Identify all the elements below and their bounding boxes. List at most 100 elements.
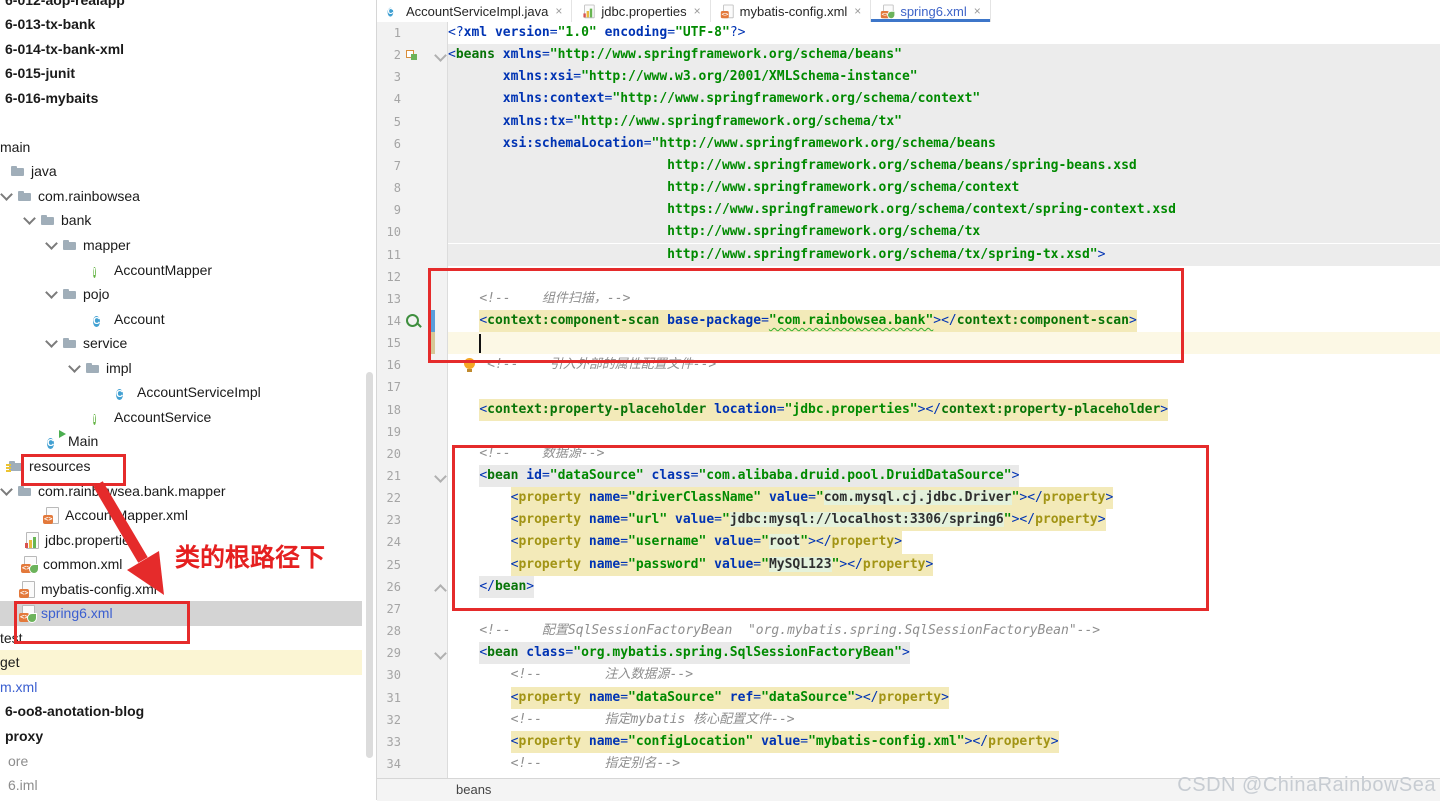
code-line-6[interactable]: 6 xsi:schemaLocation="http://www.springf… <box>377 133 1440 155</box>
chevron-down-icon[interactable] <box>45 286 58 299</box>
spring-context-gutter-icon2[interactable] <box>411 54 417 60</box>
code-line-32[interactable]: 32 <!-- 指定mybatis 核心配置文件--> <box>377 709 1440 731</box>
tree-item-spring6-xml[interactable]: <>spring6.xml <box>0 601 362 626</box>
code-line-3[interactable]: 3 xmlns:xsi="http://www.w3.org/2001/XMLS… <box>377 66 1440 88</box>
tree-item-service[interactable]: service <box>0 331 362 356</box>
chevron-down-icon[interactable] <box>68 360 81 373</box>
tree-item-proxy[interactable]: proxy <box>0 724 362 749</box>
tree-item-6-oo8-anotation-blog[interactable]: 6-oo8-anotation-blog <box>0 699 362 724</box>
fold-up-icon[interactable] <box>434 584 447 597</box>
tab-label: spring6.xml <box>900 4 966 19</box>
code-line-34[interactable]: 34 <!-- 指定别名--> <box>377 753 1440 775</box>
code-line-33[interactable]: 33 <property name="configLocation" value… <box>377 731 1440 753</box>
code-line-1[interactable]: 1<?xml version="1.0" encoding="UTF-8"?> <box>377 22 1440 44</box>
code-line-18[interactable]: 18 <context:property-placeholder locatio… <box>377 399 1440 421</box>
tree-item-mybatis-config-xml[interactable]: <>mybatis-config.xml <box>0 576 362 601</box>
interface-icon: I <box>93 409 109 425</box>
tree-item-6-014-tx-bank-xml[interactable]: 6-014-tx-bank-xml <box>0 36 362 61</box>
tree-item-get[interactable]: get <box>0 650 362 675</box>
indent <box>448 734 511 749</box>
code-line-19[interactable]: 19 <box>377 421 1440 443</box>
tree-item-com-rainbowsea[interactable]: com.rainbowsea <box>0 183 362 208</box>
tab-accountserviceimpl-java[interactable]: CAccountServiceImpl.java× <box>377 0 572 22</box>
tree-item-label: 6-015-junit <box>5 65 75 81</box>
tree-item-6-015-junit[interactable]: 6-015-junit <box>0 61 362 86</box>
breadcrumb-beans[interactable]: beans <box>456 779 491 801</box>
line-number: 5 <box>377 111 401 133</box>
tree-item-ore[interactable]: ore <box>0 748 362 773</box>
code-line-21[interactable]: 21 <bean id="dataSource" class="com.alib… <box>377 465 1440 487</box>
code-line-23[interactable]: 23 <property name="url" value="jdbc:mysq… <box>377 509 1440 531</box>
tab-jdbc-properties[interactable]: jdbc.properties× <box>572 0 710 22</box>
code-line-22[interactable]: 22 <property name="driverClassName" valu… <box>377 487 1440 509</box>
chevron-down-icon[interactable] <box>45 237 58 250</box>
tree-item-test[interactable]: test <box>0 625 362 650</box>
code-line-17[interactable]: 17 <box>377 376 1440 398</box>
chevron-down-icon[interactable] <box>23 213 36 226</box>
code-line-7[interactable]: 7 http://www.springframework.org/schema/… <box>377 155 1440 177</box>
code-line-30[interactable]: 30 <!-- 注入数据源--> <box>377 664 1440 686</box>
tree-item-6-iml[interactable]: 6.iml <box>0 773 362 798</box>
tree-item-6-013-tx-bank[interactable]: 6-013-tx-bank <box>0 12 362 37</box>
component-scan-gutter-icon[interactable] <box>406 314 419 327</box>
tab-spring6-xml[interactable]: <>spring6.xml× <box>871 0 990 22</box>
code-line-9[interactable]: 9 https://www.springframework.org/schema… <box>377 199 1440 221</box>
fold-down-icon[interactable] <box>434 470 447 483</box>
close-icon[interactable]: × <box>854 4 861 18</box>
tree-item-java[interactable]: java <box>0 159 362 184</box>
code-token: root <box>769 534 800 549</box>
code-line-27[interactable]: 27 <box>377 598 1440 620</box>
tree-item-account[interactable]: CAccount <box>0 306 362 331</box>
tree-item-accountmapper[interactable]: IAccountMapper <box>0 257 362 282</box>
indent <box>448 534 511 549</box>
code-line-16[interactable]: 16 <!-- 引入外部的属性配置文件--> <box>377 354 1440 376</box>
tab-mybatis-config-xml[interactable]: <>mybatis-config.xml× <box>711 0 872 22</box>
code-line-26[interactable]: 26 </bean> <box>377 576 1440 598</box>
code-editor[interactable]: 1<?xml version="1.0" encoding="UTF-8"?>2… <box>377 22 1440 778</box>
code-line-11[interactable]: 11 http://www.springframework.org/schema… <box>377 244 1440 266</box>
tree-item-pojo[interactable]: pojo <box>0 282 362 307</box>
code-token: bean <box>495 579 526 594</box>
code-line-25[interactable]: 25 <property name="password" value="MySQ… <box>377 554 1440 576</box>
code-token: "mybatis-config.xml" <box>808 734 965 749</box>
code-line-20[interactable]: 20 <!-- 数据源--> <box>377 443 1440 465</box>
code-line-15[interactable]: 15 <box>377 332 1440 354</box>
tree-item-6-012-aop-realapp[interactable]: 6-012-aop-realapp <box>0 0 362 12</box>
fold-down-icon[interactable] <box>434 647 447 660</box>
tree-item-label: AccountServiceImpl <box>137 384 261 400</box>
close-icon[interactable]: × <box>974 4 981 18</box>
chevron-down-icon[interactable] <box>45 335 58 348</box>
tree-item-main[interactable]: main <box>0 134 362 159</box>
code-line-5[interactable]: 5 xmlns:tx="http://www.springframework.o… <box>377 111 1440 133</box>
chevron-down-icon[interactable] <box>0 188 13 201</box>
code-line-12[interactable]: 12 <box>377 266 1440 288</box>
tree-item-accountmapper-xml[interactable]: <>AccountMapper.xml <box>0 503 362 528</box>
tree-item-mapper[interactable]: mapper <box>0 233 362 258</box>
code-line-28[interactable]: 28 <!-- 配置SqlSessionFactoryBean "org.myb… <box>377 620 1440 642</box>
tree-item-com-rainbowsea-bank-mapper[interactable]: com.rainbowsea.bank.mapper <box>0 478 362 503</box>
code-line-29[interactable]: 29 <bean class="org.mybatis.spring.SqlSe… <box>377 642 1440 664</box>
code-line-31[interactable]: 31 <property name="dataSource" ref="data… <box>377 687 1440 709</box>
code-line-4[interactable]: 4 xmlns:context="http://www.springframew… <box>377 88 1440 110</box>
code-line-13[interactable]: 13 <!-- 组件扫描，--> <box>377 288 1440 310</box>
code-line-2[interactable]: 2<beans xmlns="http://www.springframewor… <box>377 44 1440 66</box>
tree-item-accountserviceimpl[interactable]: CAccountServiceImpl <box>0 380 362 405</box>
tree-item-bank[interactable]: bank <box>0 208 362 233</box>
fold-down-icon[interactable] <box>434 49 447 62</box>
panel-splitter[interactable] <box>362 0 377 800</box>
chevron-down-icon[interactable] <box>0 483 13 496</box>
code-line-8[interactable]: 8 http://www.springframework.org/schema/… <box>377 177 1440 199</box>
code-line-14[interactable]: 14 <context:component-scan base-package=… <box>377 310 1440 332</box>
tree-item-resources[interactable]: resources <box>0 453 362 478</box>
tree-item-accountservice[interactable]: IAccountService <box>0 404 362 429</box>
tree-item-main[interactable]: CMain <box>0 429 362 454</box>
tree-item-impl[interactable]: impl <box>0 355 362 380</box>
tree-item-m-xml[interactable]: m.xml <box>0 674 362 699</box>
tree-item-6-016-mybaits[interactable]: 6-016-mybaits <box>0 85 362 110</box>
tree-scrollbar[interactable] <box>366 372 373 758</box>
code-line-24[interactable]: 24 <property name="username" value="root… <box>377 531 1440 553</box>
close-icon[interactable]: × <box>694 4 701 18</box>
code-token: "url" <box>628 512 667 527</box>
code-line-10[interactable]: 10 http://www.springframework.org/schema… <box>377 221 1440 243</box>
close-icon[interactable]: × <box>555 4 562 18</box>
